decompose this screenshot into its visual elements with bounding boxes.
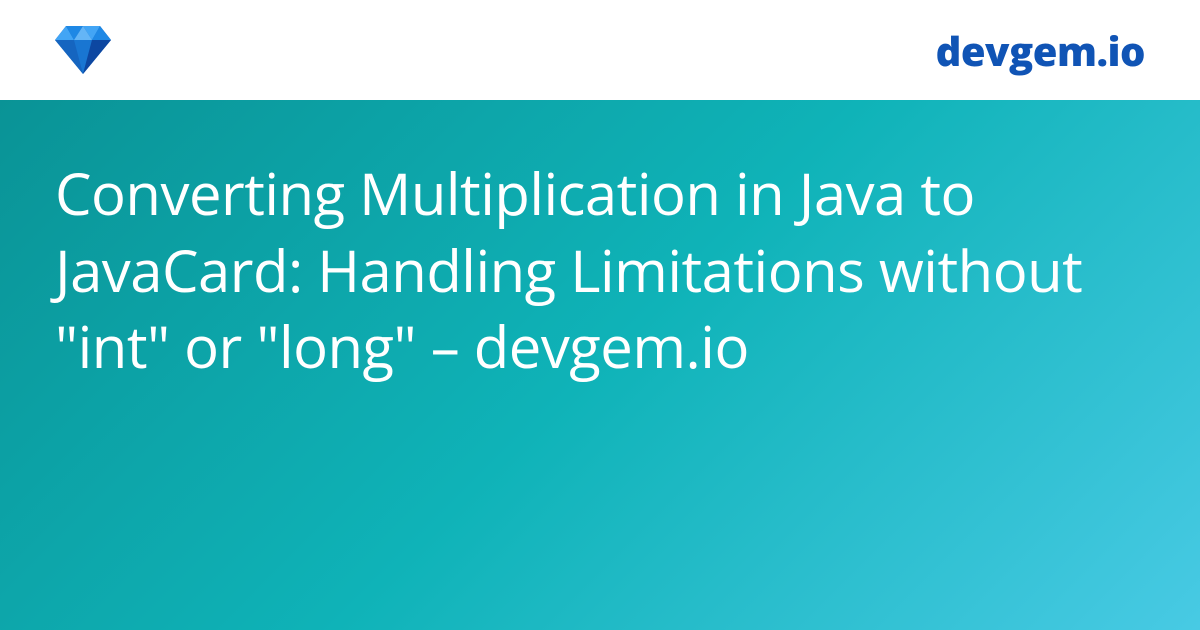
page-title: Converting Multiplication in Java to Jav… <box>55 155 1105 385</box>
header-bar: devgem.io <box>0 0 1200 100</box>
brand-name: devgem.io <box>936 23 1145 78</box>
gem-icon <box>55 22 111 78</box>
gem-icon-svg <box>55 26 111 74</box>
hero-section: Converting Multiplication in Java to Jav… <box>0 100 1200 630</box>
